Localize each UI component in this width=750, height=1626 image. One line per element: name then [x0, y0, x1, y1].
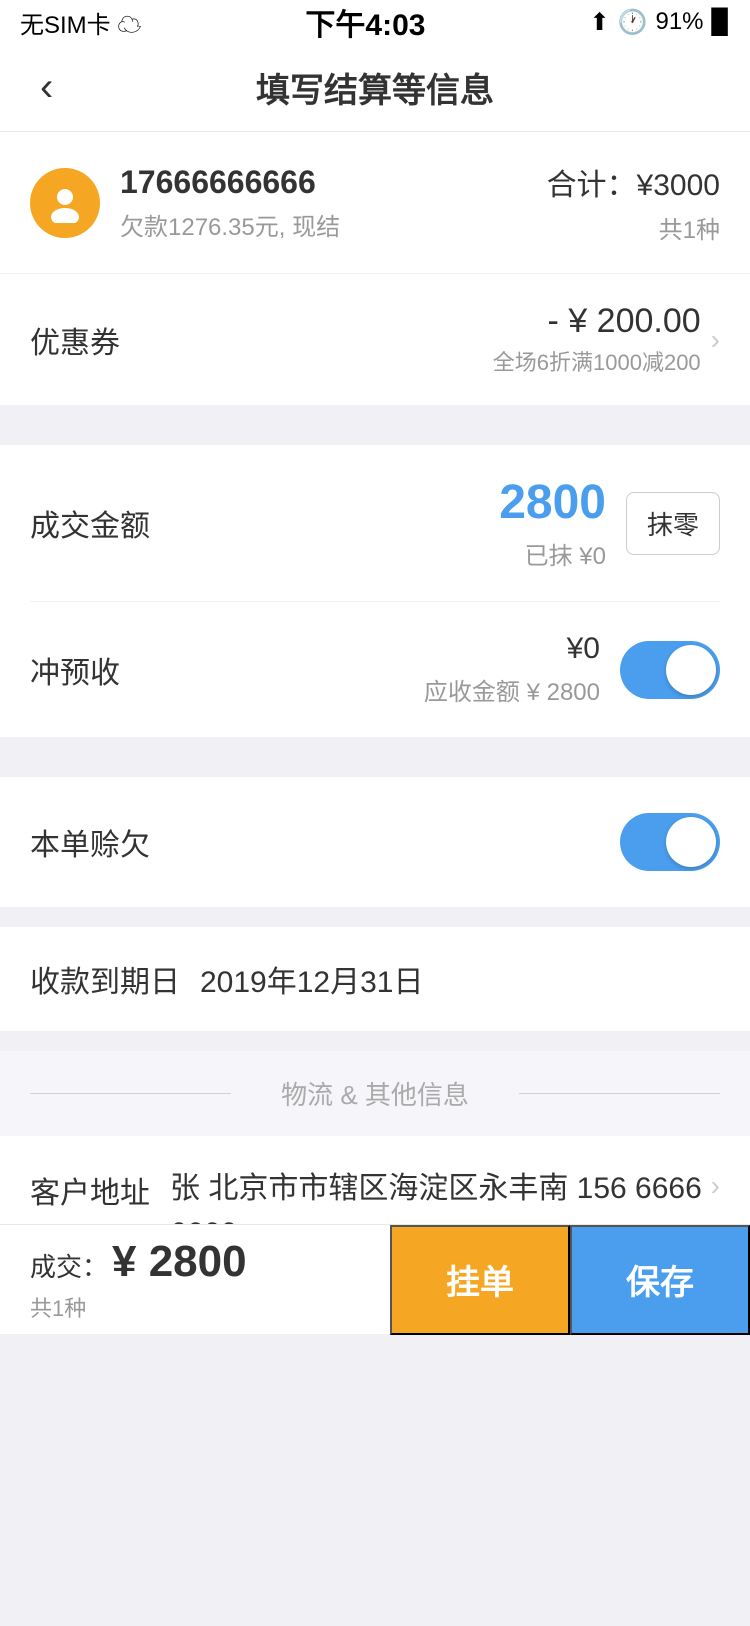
address-chevron-icon: › — [711, 1170, 720, 1202]
nav-bar: ‹ 填写结算等信息 — [0, 44, 750, 132]
status-right: ⬆ 🕐 91% ▉ — [589, 8, 730, 37]
prepayment-amount: ¥0 — [424, 632, 600, 666]
logistics-divider: 物流 & 其他信息 — [0, 1051, 750, 1136]
customer-totals: 合计：¥3000 共1种 — [547, 160, 720, 245]
credit-row: 本单赊欠 — [30, 777, 720, 907]
coupon-right: - ¥ 200.00 全场6折满1000减200 › — [493, 302, 720, 377]
customer-info: 17666666666 欠款1276.35元, 现结 — [120, 164, 340, 242]
save-button[interactable]: 保存 — [570, 1225, 750, 1335]
sim-status: 无SIM卡 ☁ — [20, 5, 141, 40]
prepayment-values: ¥0 应收金额 ¥ 2800 — [424, 632, 600, 707]
address-label: 客户地址 — [30, 1166, 150, 1212]
bottom-summary: 成交： ¥ 2800 共1种 — [0, 1237, 390, 1323]
section-divider-2 — [0, 757, 750, 777]
customer-phone: 17666666666 — [120, 164, 340, 201]
avatar — [30, 168, 100, 238]
transaction-amount-row: 成交金额 2800 已抹 ¥0 抹零 — [30, 445, 720, 602]
pending-button[interactable]: 挂单 — [390, 1225, 570, 1335]
divider-line-left — [30, 1093, 231, 1094]
section-divider-1 — [0, 425, 750, 445]
back-button[interactable]: ‹ — [30, 55, 63, 120]
coupon-values: - ¥ 200.00 全场6折满1000减200 — [493, 302, 701, 377]
transaction-label: 成交金额 — [30, 501, 150, 545]
bottom-bar: 成交： ¥ 2800 共1种 挂单 保存 — [0, 1224, 750, 1334]
coupon-row[interactable]: 优惠券 - ¥ 200.00 全场6折满1000减200 › — [0, 273, 750, 405]
logistics-label: 物流 & 其他信息 — [281, 1075, 469, 1112]
toggle-knob — [666, 645, 716, 695]
prepayment-row: 冲预收 ¥0 应收金额 ¥ 2800 — [30, 602, 720, 737]
bottom-deal-label: 成交： — [30, 1247, 108, 1284]
credit-toggle[interactable] — [620, 813, 720, 871]
due-date-row: 收款到期日 2019年12月31日 — [30, 957, 720, 1001]
customer-row: 17666666666 欠款1276.35元, 现结 合计：¥3000 共1种 — [0, 132, 750, 273]
customer-left: 17666666666 欠款1276.35元, 现结 — [30, 164, 340, 242]
chevron-right-icon: › — [711, 324, 720, 356]
transaction-value: 2800 — [499, 475, 606, 530]
address-chevron: › — [711, 1166, 720, 1202]
amount-section: 成交金额 2800 已抹 ¥0 抹零 冲预收 ¥0 应收金额 ¥ 2800 — [0, 445, 750, 737]
coupon-label: 优惠券 — [30, 318, 120, 362]
coupon-description: 全场6折满1000减200 — [493, 345, 701, 377]
user-icon — [45, 183, 85, 223]
prepayment-receivable: 应收金额 ¥ 2800 — [424, 672, 600, 707]
total-amount: 合计：¥3000 — [547, 160, 720, 204]
round-button[interactable]: 抹零 — [626, 492, 720, 555]
gray-background — [0, 1306, 750, 1506]
due-date-value: 2019年12月31日 — [200, 957, 423, 1001]
coupon-discount: - ¥ 200.00 — [493, 302, 701, 341]
credit-label: 本单赊欠 — [30, 820, 150, 864]
status-left: 无SIM卡 ☁ — [20, 5, 141, 40]
divider-line-right — [519, 1093, 720, 1094]
page-title: 填写结算等信息 — [256, 63, 494, 112]
credit-section: 本单赊欠 — [0, 777, 750, 907]
transaction-right: 2800 已抹 ¥0 抹零 — [499, 475, 720, 571]
transaction-values: 2800 已抹 ¥0 — [499, 475, 606, 571]
prepayment-right: ¥0 应收金额 ¥ 2800 — [424, 632, 720, 707]
prepayment-toggle[interactable] — [620, 641, 720, 699]
due-date-label: 收款到期日 — [30, 957, 180, 1001]
battery-level: 91% — [655, 8, 703, 36]
content: 17666666666 欠款1276.35元, 现结 合计：¥3000 共1种 … — [0, 132, 750, 1626]
clock-icon: 🕐 — [618, 8, 648, 37]
status-bar: 无SIM卡 ☁ 下午4:03 ⬆ 🕐 91% ▉ — [0, 0, 750, 44]
due-date-section: 收款到期日 2019年12月31日 — [0, 927, 750, 1031]
prepayment-label: 冲预收 — [30, 648, 120, 692]
transaction-rounded: 已抹 ¥0 — [499, 536, 606, 571]
credit-toggle-knob — [666, 817, 716, 867]
bottom-deal-amount: ¥ 2800 — [112, 1237, 247, 1287]
total-count: 共1种 — [547, 210, 720, 245]
battery-icon: ⬆ — [589, 8, 609, 37]
battery-bar: ▉ — [712, 8, 730, 37]
bottom-count: 共1种 — [30, 1291, 360, 1323]
status-time: 下午4:03 — [305, 0, 425, 44]
customer-debt: 欠款1276.35元, 现结 — [120, 207, 340, 242]
customer-section: 17666666666 欠款1276.35元, 现结 合计：¥3000 共1种 … — [0, 132, 750, 405]
